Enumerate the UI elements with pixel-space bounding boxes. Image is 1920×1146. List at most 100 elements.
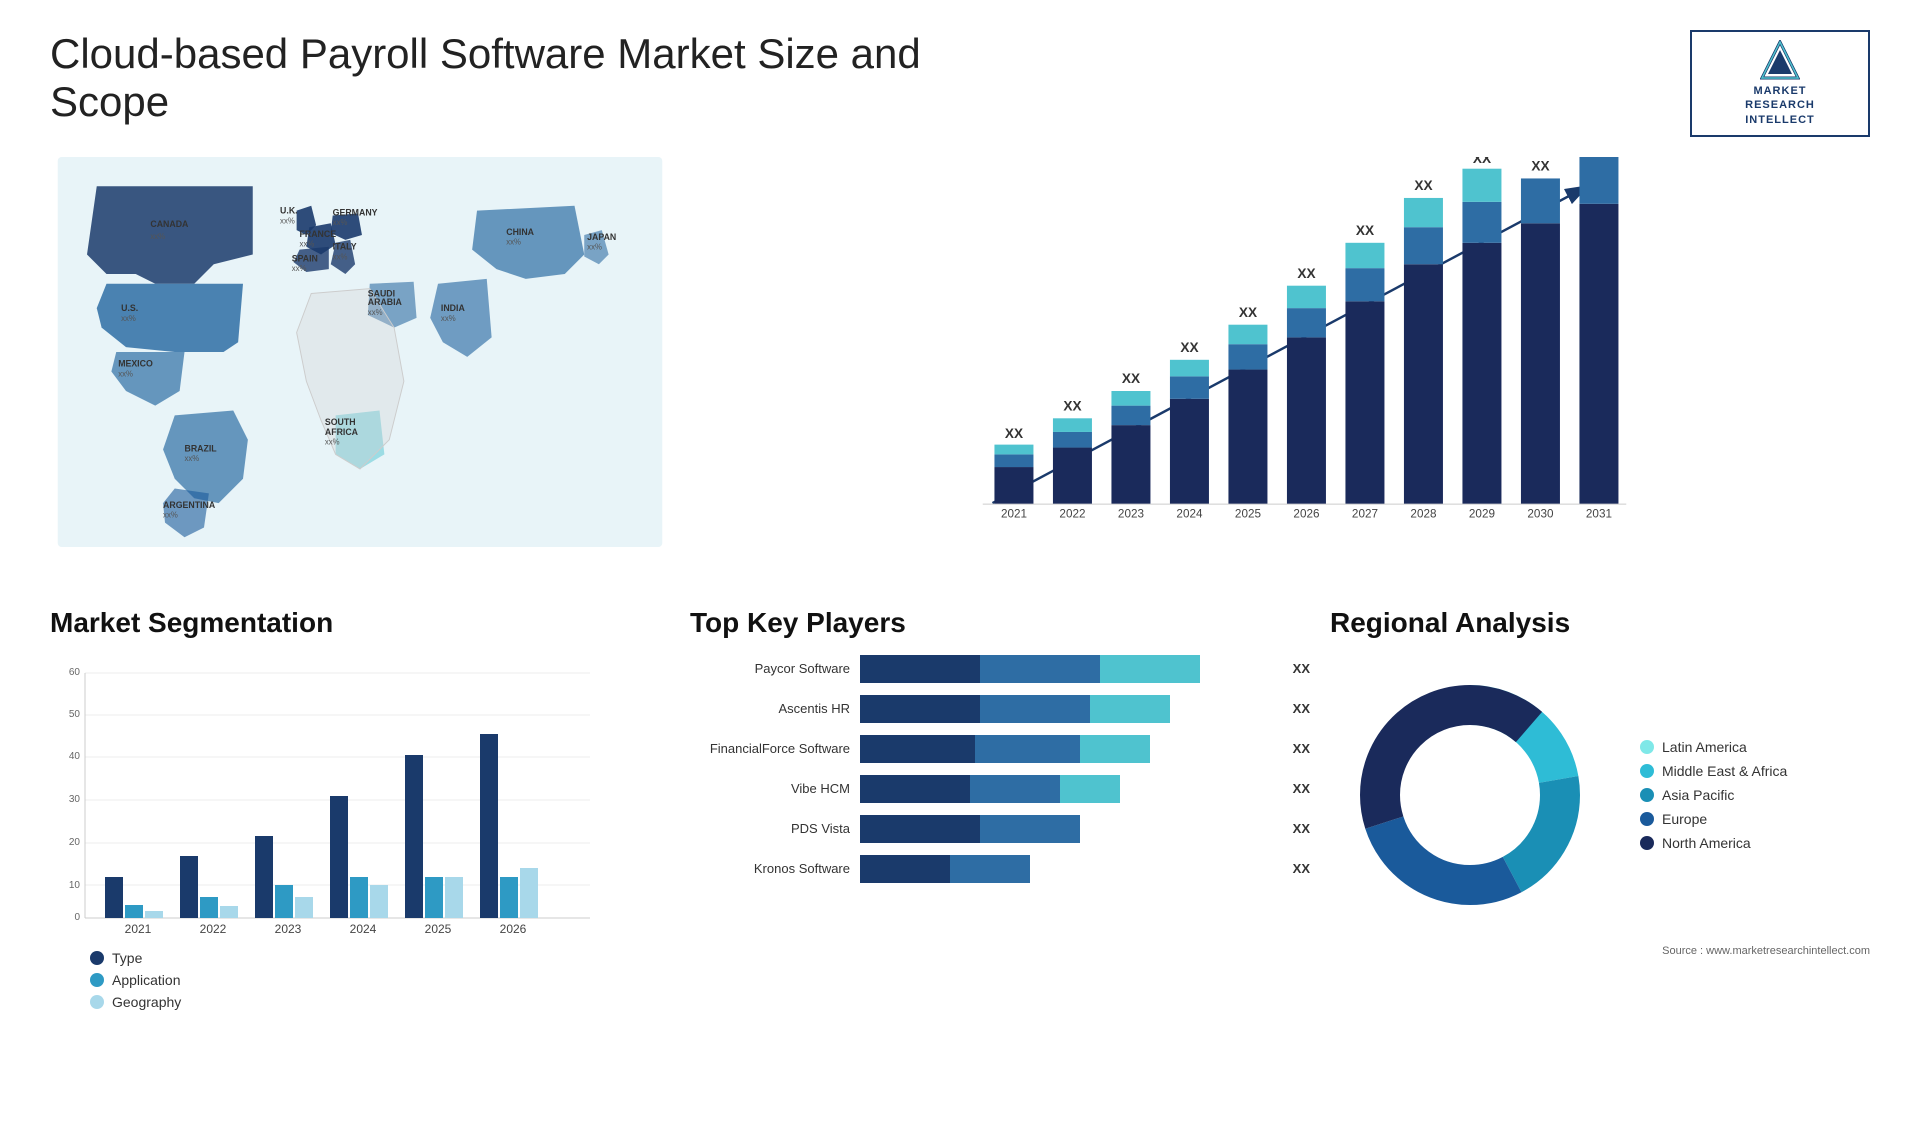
bar-seg2-1 [980, 695, 1090, 723]
svg-text:40: 40 [69, 751, 81, 762]
legend-na-dot [1640, 836, 1654, 850]
player-name-0: Paycor Software [690, 661, 850, 676]
player-bar-2 [860, 735, 1150, 763]
svg-text:XX: XX [1122, 371, 1140, 386]
svg-text:2024: 2024 [1176, 508, 1203, 521]
brazil-label: BRAZIL [184, 443, 217, 453]
svg-text:2029: 2029 [1469, 508, 1495, 521]
legend-ap: Asia Pacific [1640, 787, 1787, 803]
player-bar-5 [860, 855, 1030, 883]
legend-europe: Europe [1640, 811, 1787, 827]
legend-application: Application [90, 972, 670, 988]
bar-seg1-3 [860, 775, 970, 803]
svg-text:XX: XX [1063, 398, 1081, 413]
bar-seg3-0 [1100, 655, 1200, 683]
saudi-label2: ARABIA [368, 297, 403, 307]
svg-text:60: 60 [69, 667, 81, 678]
player-bar-container-3 [860, 775, 1275, 803]
player-val-0: XX [1293, 661, 1310, 676]
legend-type: Type [90, 950, 670, 966]
india-label: INDIA [441, 303, 466, 313]
legend-application-dot [90, 973, 104, 987]
legend-latin-dot [1640, 740, 1654, 754]
legend-application-label: Application [112, 972, 181, 988]
bar-seg2-5 [950, 855, 1030, 883]
bar-seg2-2 [975, 735, 1080, 763]
legend-na-label: North America [1662, 835, 1751, 851]
legend-geography-dot [90, 995, 104, 1009]
legend-mea: Middle East & Africa [1640, 763, 1787, 779]
legend-europe-dot [1640, 812, 1654, 826]
player-val-3: XX [1293, 781, 1310, 796]
player-name-2: FinancialForce Software [690, 741, 850, 756]
svg-text:XX: XX [1239, 305, 1257, 320]
player-row-4: PDS Vista XX [690, 815, 1310, 843]
regional-content: Latin America Middle East & Africa Asia … [1330, 655, 1870, 935]
header-row: Cloud-based Payroll Software Market Size… [50, 30, 1870, 137]
argentina-label: ARGENTINA [163, 500, 216, 510]
logo-text: MARKET RESEARCH INTELLECT [1745, 84, 1815, 127]
svg-text:2024: 2024 [350, 922, 377, 935]
svg-text:20: 20 [69, 837, 81, 848]
svg-text:2022: 2022 [200, 922, 227, 935]
segmentation-title: Market Segmentation [50, 607, 670, 639]
svg-text:2030: 2030 [1527, 508, 1554, 521]
spain-val: xx% [292, 264, 307, 273]
legend-type-dot [90, 951, 104, 965]
svg-text:XX: XX [1297, 266, 1315, 281]
japan-label: JAPAN [587, 232, 616, 242]
us-label: U.S. [121, 303, 138, 313]
brazil-val: xx% [184, 454, 199, 463]
player-bar-0 [860, 655, 1200, 683]
uk-val: xx% [280, 216, 295, 225]
player-val-2: XX [1293, 741, 1310, 756]
players-table: Paycor Software XX Ascentis HR [690, 655, 1310, 883]
saudi-val: xx% [368, 308, 383, 317]
bar-seg2-0 [980, 655, 1100, 683]
bar-seg1-5 [860, 855, 950, 883]
player-name-5: Kronos Software [690, 861, 850, 876]
bar-seg1-1 [860, 695, 980, 723]
logo: MARKET RESEARCH INTELLECT [1690, 30, 1870, 137]
legend-mea-label: Middle East & Africa [1662, 763, 1787, 779]
bar-seg1-2 [860, 735, 975, 763]
source-text: Source : www.marketresearchintellect.com [1330, 945, 1870, 957]
svg-text:2021: 2021 [125, 922, 152, 935]
player-name-1: Ascentis HR [690, 701, 850, 716]
page: Cloud-based Payroll Software Market Size… [0, 0, 1920, 1146]
legend-mea-dot [1640, 764, 1654, 778]
svg-text:2021: 2021 [1001, 508, 1027, 521]
regional-section: Regional Analysis [1330, 607, 1870, 1010]
china-val: xx% [506, 238, 521, 247]
bar-seg1-0 [860, 655, 980, 683]
segmentation-section: Market Segmentation 60 50 40 30 20 10 0 [50, 607, 670, 1010]
china-label: CHINA [506, 227, 534, 237]
svg-text:2026: 2026 [1293, 508, 1319, 521]
bar-seg3-1 [1090, 695, 1170, 723]
india-val: xx% [441, 314, 456, 323]
spain-label: SPAIN [292, 253, 318, 263]
bar-seg3-3 [1060, 775, 1120, 803]
legend-type-label: Type [112, 950, 142, 966]
segmentation-chart: 60 50 40 30 20 10 0 [50, 655, 610, 935]
regional-legend: Latin America Middle East & Africa Asia … [1640, 739, 1787, 851]
svg-text:2023: 2023 [275, 922, 302, 935]
bar-seg2-4 [980, 815, 1080, 843]
player-row-0: Paycor Software XX [690, 655, 1310, 683]
us-val: xx% [121, 314, 136, 323]
player-row-1: Ascentis HR XX [690, 695, 1310, 723]
southafrica-label: SOUTH [325, 417, 356, 427]
player-bar-container-4 [860, 815, 1275, 843]
player-bar-1 [860, 695, 1170, 723]
player-val-1: XX [1293, 701, 1310, 716]
svg-text:30: 30 [69, 794, 81, 805]
bar-seg1-4 [860, 815, 980, 843]
key-players-section: Top Key Players Paycor Software XX Ascen… [670, 607, 1330, 1010]
svg-text:2031: 2031 [1586, 508, 1612, 521]
svg-text:2023: 2023 [1118, 508, 1144, 521]
top-section: CANADA xx% U.S. xx% MEXICO xx% BRAZIL xx… [50, 157, 1870, 577]
canada-val: xx% [150, 232, 165, 241]
svg-text:XX: XX [1180, 340, 1198, 355]
southafrica-val: xx% [325, 438, 340, 447]
player-bar-container-5 [860, 855, 1275, 883]
